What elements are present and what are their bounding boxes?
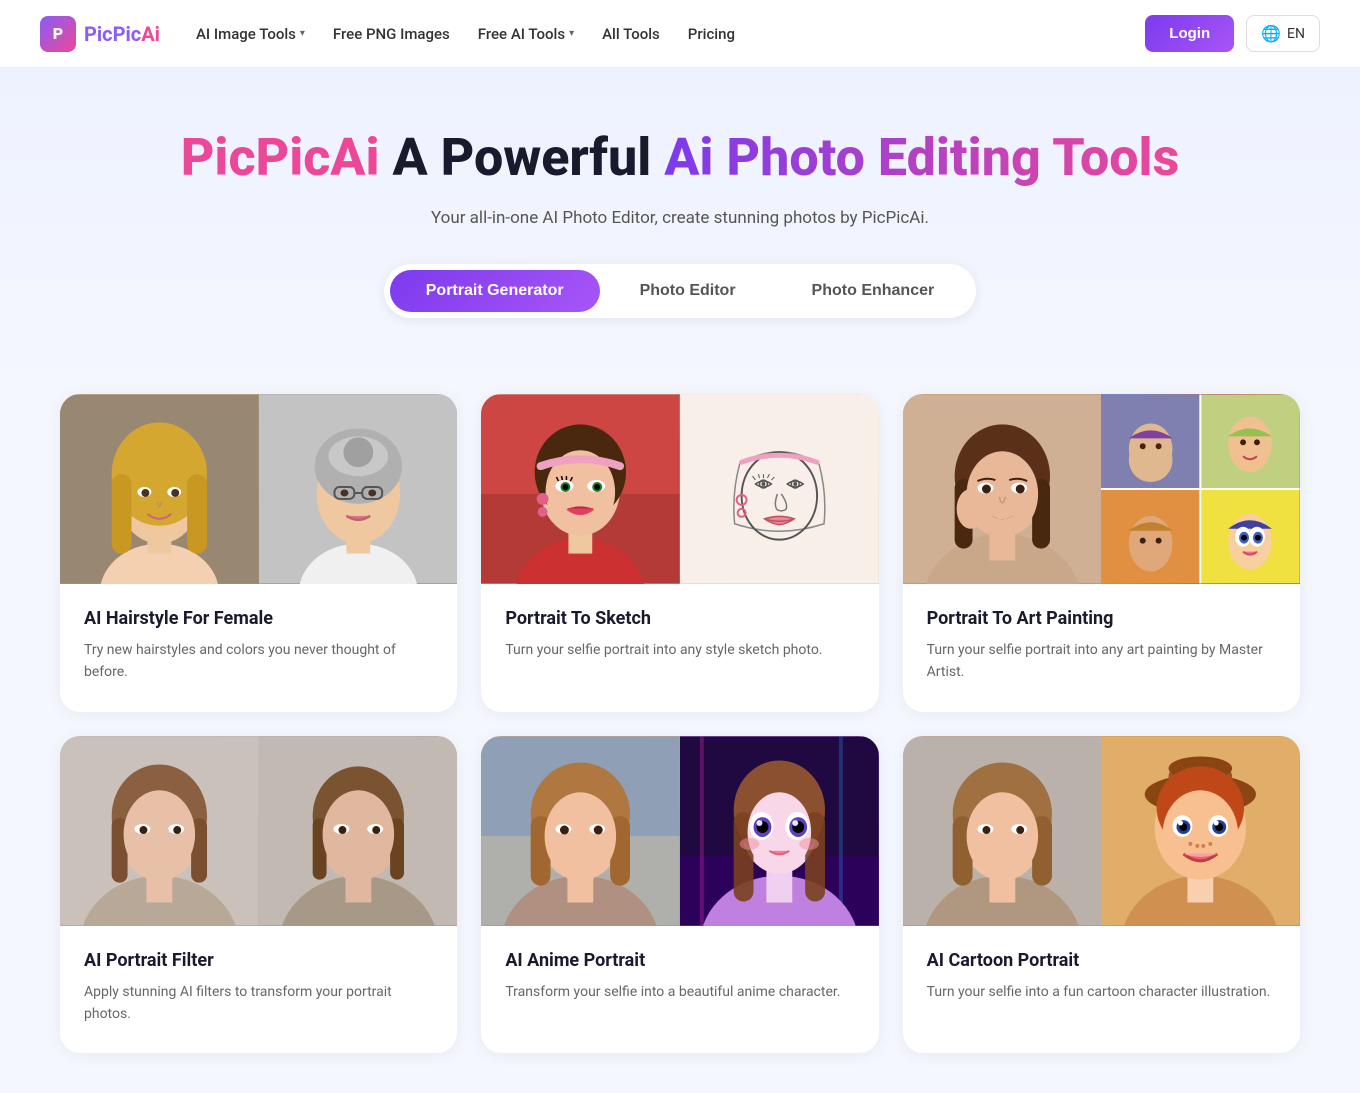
card-title-ai-hairstyle: AI Hairstyle For Female [84, 608, 433, 629]
hero-subtitle: Your all-in-one AI Photo Editor, create … [20, 208, 1340, 228]
tabs: Portrait Generator Photo Editor Photo En… [384, 264, 976, 318]
language-selector[interactable]: 🌐 EN [1246, 15, 1320, 52]
nav-pricing[interactable]: Pricing [688, 25, 735, 43]
card-desc-portrait-art: Turn your selfie portrait into any art p… [927, 639, 1276, 684]
globe-icon: 🌐 [1261, 24, 1281, 43]
card-image-anime-after [680, 736, 879, 926]
logo-brand-2: Ai [141, 22, 160, 46]
card-image-anime [481, 736, 878, 926]
card-image-after [259, 394, 458, 584]
card-image-portrait-real [903, 394, 1102, 584]
card-anime-portrait: AI Anime Portrait Transform your selfie … [481, 736, 878, 1054]
nav-ai-image-tools[interactable]: AI Image Tools ▾ [196, 25, 305, 43]
card-desc-portrait-sketch: Turn your selfie portrait into any style… [505, 639, 854, 661]
tab-photo-editor[interactable]: Photo Editor [604, 270, 772, 312]
card-content-portrait-art: Portrait To Art Painting Turn your selfi… [903, 584, 1300, 712]
nav-free-png[interactable]: Free PNG Images [333, 25, 450, 43]
card-image-cartoon-after [1101, 736, 1300, 926]
card-portrait-art: Portrait To Art Painting Turn your selfi… [903, 394, 1300, 712]
logo[interactable]: P PicPicAi [40, 16, 160, 52]
nav-left: P PicPicAi AI Image Tools ▾ Free PNG Ima… [40, 16, 735, 52]
card-image-cartoon-before [903, 736, 1102, 926]
card-title-anime: AI Anime Portrait [505, 950, 854, 971]
chevron-down-icon: ▾ [300, 28, 305, 39]
card-ai-hairstyle: AI Hairstyle For Female Try new hairstyl… [60, 394, 457, 712]
card-desc-cartoon: Turn your selfie into a fun cartoon char… [927, 981, 1276, 1003]
card-image-art-collage [1101, 394, 1300, 584]
card-cartoon-portrait: AI Cartoon Portrait Turn your selfie int… [903, 736, 1300, 1054]
card-ai-portrait-filter: AI Portrait Filter Apply stunning AI fil… [60, 736, 457, 1054]
card-image-anime-before [481, 736, 680, 926]
card-title-cartoon: AI Cartoon Portrait [927, 950, 1276, 971]
cards-grid: AI Hairstyle For Female Try new hairstyl… [60, 394, 1300, 1054]
card-image-portrait-sketch [481, 394, 878, 584]
nav-all-tools[interactable]: All Tools [602, 25, 660, 43]
card-content-ai-filter: AI Portrait Filter Apply stunning AI fil… [60, 926, 457, 1054]
card-image-before [60, 394, 259, 584]
tab-photo-enhancer[interactable]: Photo Enhancer [776, 270, 971, 312]
card-title-ai-filter: AI Portrait Filter [84, 950, 433, 971]
card-desc-ai-filter: Apply stunning AI filters to transform y… [84, 981, 433, 1026]
logo-brand-1: PicPic [84, 22, 141, 46]
logo-icon: P [40, 16, 76, 52]
hero-gradient-text: Ai Photo Editing Tools [664, 127, 1179, 188]
card-image-filter-before [60, 736, 259, 926]
card-portrait-sketch: Portrait To Sketch Turn your selfie port… [481, 394, 878, 712]
card-content-anime: AI Anime Portrait Transform your selfie … [481, 926, 878, 1031]
hero-title: PicPicAi A Powerful Ai Photo Editing Too… [20, 128, 1340, 188]
card-content-ai-hairstyle: AI Hairstyle For Female Try new hairstyl… [60, 584, 457, 712]
card-image-portrait-art [903, 394, 1300, 584]
card-content-portrait-sketch: Portrait To Sketch Turn your selfie port… [481, 584, 878, 689]
nav-right: Login 🌐 EN [1145, 15, 1320, 52]
hero-title-static: A Powerful [380, 127, 665, 188]
card-image-portrait-photo [481, 394, 680, 584]
card-image-filter-mid [259, 736, 458, 926]
card-desc-ai-hairstyle: Try new hairstyles and colors you never … [84, 639, 433, 684]
card-desc-anime: Transform your selfie into a beautiful a… [505, 981, 854, 1003]
card-image-ai-filter [60, 736, 457, 926]
card-title-portrait-art: Portrait To Art Painting [927, 608, 1276, 629]
nav-menu: AI Image Tools ▾ Free PNG Images Free AI… [196, 25, 735, 43]
cards-section: AI Hairstyle For Female Try new hairstyl… [0, 394, 1360, 1093]
card-image-ai-hairstyle [60, 394, 457, 584]
card-title-portrait-sketch: Portrait To Sketch [505, 608, 854, 629]
tabs-container: Portrait Generator Photo Editor Photo En… [20, 264, 1340, 318]
login-button[interactable]: Login [1145, 15, 1234, 52]
chevron-down-icon-2: ▾ [569, 28, 574, 39]
logo-text: PicPicAi [84, 22, 160, 46]
hero-section: PicPicAi A Powerful Ai Photo Editing Too… [0, 68, 1360, 394]
card-image-sketch [680, 394, 879, 584]
nav-free-ai-tools[interactable]: Free AI Tools ▾ [478, 25, 574, 43]
card-content-cartoon: AI Cartoon Portrait Turn your selfie int… [903, 926, 1300, 1031]
card-image-cartoon [903, 736, 1300, 926]
navbar: P PicPicAi AI Image Tools ▾ Free PNG Ima… [0, 0, 1360, 68]
tab-portrait-generator[interactable]: Portrait Generator [390, 270, 600, 312]
hero-brand: PicPicAi [181, 127, 380, 188]
